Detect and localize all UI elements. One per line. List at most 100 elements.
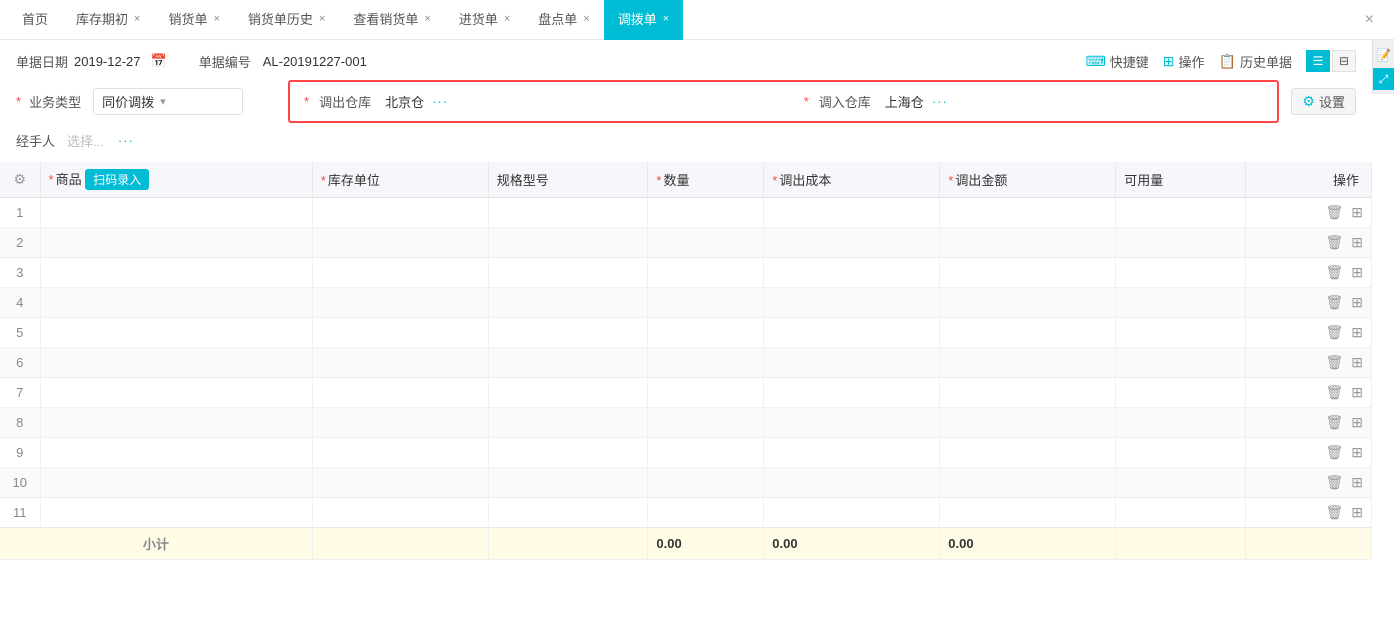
row-qty-2[interactable] [648, 228, 764, 258]
tab-sales-history-close[interactable]: × [319, 13, 325, 25]
row-cost-11[interactable] [764, 498, 940, 528]
transfer-in-more-button[interactable]: ··· [932, 94, 948, 109]
row-amount-10[interactable] [940, 468, 1116, 498]
transfer-out-more-button[interactable]: ··· [432, 94, 448, 109]
row-product-4[interactable] [40, 288, 312, 318]
tab-purchase[interactable]: 进货单 × [445, 0, 524, 40]
history-button[interactable]: 📋 历史单据 [1219, 52, 1292, 71]
row-product-5[interactable] [40, 318, 312, 348]
row-product-10[interactable] [40, 468, 312, 498]
row-amount-9[interactable] [940, 438, 1116, 468]
row-qty-11[interactable] [648, 498, 764, 528]
row-amount-5[interactable] [940, 318, 1116, 348]
tab-sales-order[interactable]: 销货单 × [154, 0, 233, 40]
delete-icon-8[interactable]: 🗑 [1325, 414, 1343, 431]
row-unit-5[interactable] [312, 318, 488, 348]
row-cost-3[interactable] [764, 258, 940, 288]
delete-icon-11[interactable]: 🗑 [1325, 504, 1343, 521]
row-qty-3[interactable] [648, 258, 764, 288]
row-spec-6[interactable] [488, 348, 648, 378]
row-unit-11[interactable] [312, 498, 488, 528]
row-unit-9[interactable] [312, 438, 488, 468]
copy-icon-11[interactable]: ⊞ [1351, 504, 1363, 521]
tab-inventory-check-close[interactable]: × [583, 13, 589, 25]
row-product-1[interactable] [40, 198, 312, 228]
copy-icon-3[interactable]: ⊞ [1351, 264, 1363, 281]
row-spec-4[interactable] [488, 288, 648, 318]
delete-icon-1[interactable]: 🗑 [1325, 204, 1343, 221]
row-cost-4[interactable] [764, 288, 940, 318]
tab-view-sales[interactable]: 查看销货单 × [339, 0, 444, 40]
row-product-9[interactable] [40, 438, 312, 468]
row-amount-11[interactable] [940, 498, 1116, 528]
row-spec-10[interactable] [488, 468, 648, 498]
tab-purchase-close[interactable]: × [504, 13, 510, 25]
tab-transfer-close[interactable]: × [663, 13, 669, 25]
table-gear-header[interactable]: ⚙ [0, 162, 40, 198]
row-spec-3[interactable] [488, 258, 648, 288]
row-spec-8[interactable] [488, 408, 648, 438]
tab-inventory-init[interactable]: 库存期初 × [62, 0, 154, 40]
row-unit-7[interactable] [312, 378, 488, 408]
copy-icon-7[interactable]: ⊞ [1351, 384, 1363, 401]
row-spec-2[interactable] [488, 228, 648, 258]
copy-icon-6[interactable]: ⊞ [1351, 354, 1363, 371]
row-spec-9[interactable] [488, 438, 648, 468]
business-type-select[interactable]: 同价调拨 ▾ [93, 88, 243, 115]
row-spec-11[interactable] [488, 498, 648, 528]
delete-icon-6[interactable]: 🗑 [1325, 354, 1343, 371]
row-spec-7[interactable] [488, 378, 648, 408]
row-amount-1[interactable] [940, 198, 1116, 228]
copy-icon-1[interactable]: ⊞ [1351, 204, 1363, 221]
row-unit-3[interactable] [312, 258, 488, 288]
settings-button[interactable]: ⚙ 设置 [1291, 88, 1356, 115]
row-amount-8[interactable] [940, 408, 1116, 438]
tab-sales-order-close[interactable]: × [213, 13, 219, 25]
row-qty-6[interactable] [648, 348, 764, 378]
row-cost-6[interactable] [764, 348, 940, 378]
row-unit-4[interactable] [312, 288, 488, 318]
copy-icon-2[interactable]: ⊞ [1351, 234, 1363, 251]
delete-icon-4[interactable]: 🗑 [1325, 294, 1343, 311]
delete-icon-9[interactable]: 🗑 [1325, 444, 1343, 461]
row-cost-8[interactable] [764, 408, 940, 438]
row-product-8[interactable] [40, 408, 312, 438]
copy-icon-9[interactable]: ⊞ [1351, 444, 1363, 461]
operate-button[interactable]: ⊞ 操作 [1163, 52, 1205, 71]
row-qty-7[interactable] [648, 378, 764, 408]
row-product-2[interactable] [40, 228, 312, 258]
scan-button[interactable]: 扫码录入 [85, 169, 149, 190]
row-cost-10[interactable] [764, 468, 940, 498]
tab-bar-close-button[interactable]: × [1353, 11, 1386, 29]
tab-sales-history[interactable]: 销货单历史 × [234, 0, 339, 40]
row-unit-6[interactable] [312, 348, 488, 378]
list-view-button[interactable]: ☰ [1306, 50, 1330, 72]
sidebar-note-icon[interactable]: 📝 [1373, 44, 1394, 66]
row-amount-3[interactable] [940, 258, 1116, 288]
tab-view-sales-close[interactable]: × [424, 13, 430, 25]
copy-icon-8[interactable]: ⊞ [1351, 414, 1363, 431]
row-qty-5[interactable] [648, 318, 764, 348]
row-qty-10[interactable] [648, 468, 764, 498]
row-qty-8[interactable] [648, 408, 764, 438]
row-product-3[interactable] [40, 258, 312, 288]
row-qty-1[interactable] [648, 198, 764, 228]
row-cost-2[interactable] [764, 228, 940, 258]
row-product-11[interactable] [40, 498, 312, 528]
row-amount-2[interactable] [940, 228, 1116, 258]
row-qty-4[interactable] [648, 288, 764, 318]
delete-icon-5[interactable]: 🗑 [1325, 324, 1343, 341]
delete-icon-7[interactable]: 🗑 [1325, 384, 1343, 401]
row-unit-2[interactable] [312, 228, 488, 258]
sidebar-expand-icon[interactable]: ⤢ [1373, 68, 1394, 90]
copy-icon-10[interactable]: ⊞ [1351, 474, 1363, 491]
row-amount-6[interactable] [940, 348, 1116, 378]
tab-home[interactable]: 首页 [8, 0, 62, 40]
copy-icon-5[interactable]: ⊞ [1351, 324, 1363, 341]
copy-icon-4[interactable]: ⊞ [1351, 294, 1363, 311]
handler-placeholder[interactable]: 选择... [67, 131, 104, 150]
tab-inventory-check[interactable]: 盘点单 × [524, 0, 603, 40]
delete-icon-3[interactable]: 🗑 [1325, 264, 1343, 281]
row-product-7[interactable] [40, 378, 312, 408]
row-qty-9[interactable] [648, 438, 764, 468]
